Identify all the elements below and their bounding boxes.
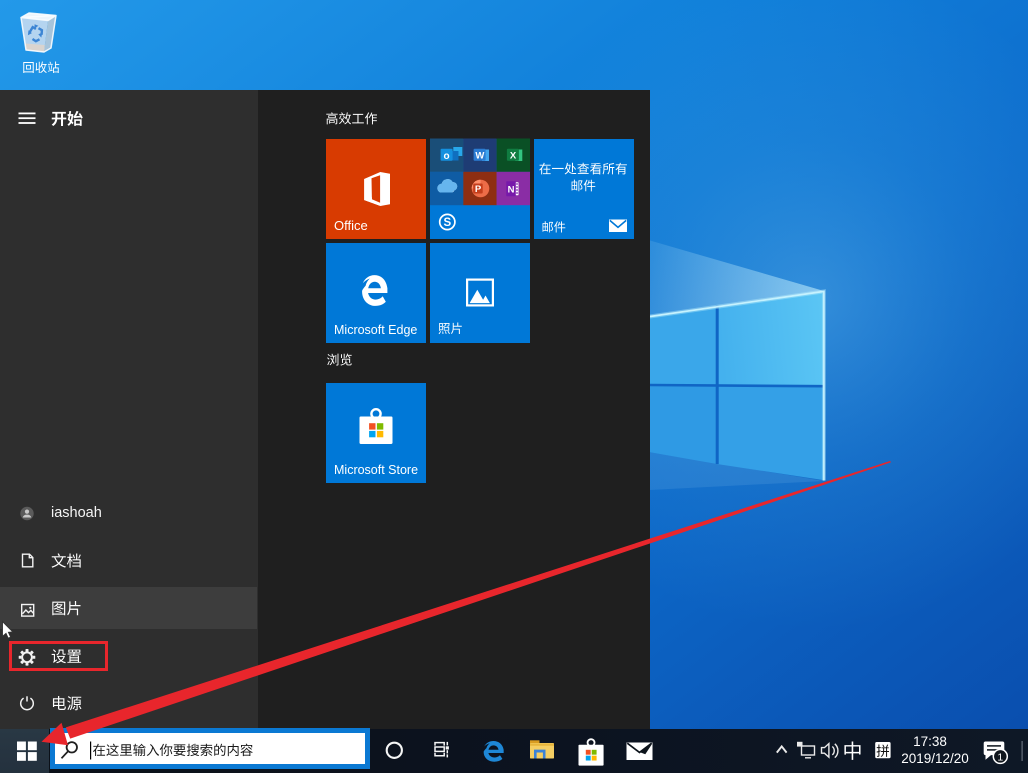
svg-text:P: P [475,184,482,195]
svg-text:N: N [508,184,515,195]
svg-text:S: S [443,217,451,229]
svg-text:W: W [475,151,484,162]
svg-text:1: 1 [997,751,1003,763]
svg-text:o: o [444,151,450,162]
svg-text:X: X [510,151,517,162]
